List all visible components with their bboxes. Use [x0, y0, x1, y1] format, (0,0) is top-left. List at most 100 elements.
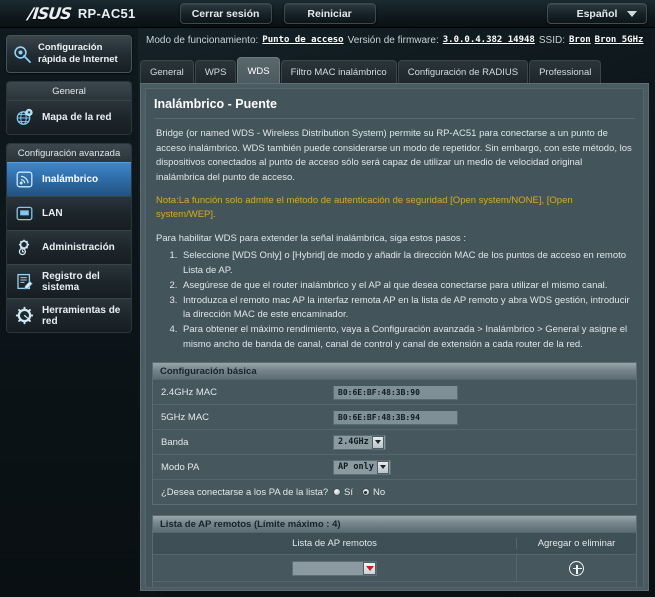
tab-wireless-mac-filter[interactable]: Filtro MAC inalámbrico [280, 60, 397, 84]
sidebar-group-general: General Mapa de la red [6, 81, 132, 135]
sidebar-item-system-log-label: Registro del sistema [42, 270, 100, 293]
sidebar: Configuración rápida de Internet General… [0, 28, 138, 597]
network-tools-icon [15, 306, 34, 325]
steps-lead-text: Para habilitar WDS para extender la seña… [156, 233, 466, 244]
router-admin-page: /ISUS RP-AC51 Cerrar sesión Reiniciar Es… [0, 0, 655, 597]
connect-to-ap-radio-group: Sí No [333, 487, 385, 498]
remote-ap-table-header: Lista de AP remotos Agregar o eliminar [153, 532, 636, 554]
wireless-icon [15, 170, 34, 189]
sidebar-group-advanced: Configuración avanzada Inalámbrico LAN A… [6, 143, 132, 333]
table-row: 2.4GHz MAC B0:6E:BF:48:3B:90 [153, 379, 636, 404]
logout-button[interactable]: Cerrar sesión [179, 3, 272, 24]
chevron-down-icon [371, 435, 384, 449]
tab-professional[interactable]: Professional [529, 60, 602, 84]
asus-wordmark: /ISUS [27, 4, 72, 23]
column-header-add-delete: Agregar o eliminar [516, 538, 636, 549]
remote-ap-select[interactable] [292, 560, 377, 576]
status-info-strip: Modo de funcionamiento: Punto de acceso … [140, 29, 655, 51]
sidebar-item-administration-label: Administración [42, 242, 115, 253]
ap-mode-label: Modo PA [161, 461, 200, 473]
ssid-label: SSID: [538, 34, 565, 46]
content-panel: Inalámbrico - Puente Bridge (or named WD… [140, 83, 649, 591]
band-label: Banda [161, 436, 189, 448]
radio-no-label: No [372, 486, 386, 498]
language-selector[interactable]: Español [547, 3, 647, 24]
chevron-down-icon [627, 10, 637, 17]
band-select-value: 2.4GHz [338, 437, 369, 447]
radio-no[interactable]: No [361, 486, 386, 498]
wds-description: Bridge (or named WDS - Wireless Distribu… [156, 128, 632, 183]
lan-icon [15, 204, 34, 223]
list-item: Para obtener el máximo rendimiento, vaya… [180, 323, 633, 352]
title-divider [154, 118, 635, 119]
band-select[interactable]: 2.4GHz [333, 434, 386, 450]
table-row: 5GHz MAC B0:6E:BF:48:3B:94 [153, 404, 636, 429]
sidebar-item-network-map-label: Mapa de la red [42, 112, 112, 123]
ap-mode-select[interactable]: AP only [333, 459, 391, 475]
sidebar-item-network-tools-label: Herramientas de red [42, 304, 121, 327]
operation-mode-value[interactable]: Punto de acceso [262, 35, 343, 45]
steps-list: Seleccione [WDS Only] o [Hybrid] de modo… [180, 249, 633, 352]
operation-mode-label: Modo de funcionamiento: [146, 34, 259, 46]
reboot-button[interactable]: Reiniciar [283, 3, 376, 24]
basic-config-header: Configuración básica [153, 363, 636, 379]
system-log-icon [15, 272, 34, 291]
tab-wds[interactable]: WDS [237, 57, 280, 84]
empty-table-message: No hay datos en la tabla. [153, 581, 636, 587]
quick-setup-label: Configuración rápida de Internet [38, 42, 118, 65]
sidebar-item-lan[interactable]: LAN [7, 196, 131, 230]
tab-general[interactable]: General [140, 60, 194, 84]
remote-ap-list-section: Lista de AP remotos (Límite máximo : 4) … [152, 515, 637, 587]
mac-5ghz-label: 5GHz MAC [161, 411, 210, 423]
security-note: Nota:La función solo admite el método de… [156, 195, 573, 220]
sidebar-item-lan-label: LAN [42, 208, 63, 219]
asus-logo: /ISUS RP-AC51 [27, 4, 136, 23]
connect-to-ap-list-label: ¿Desea conectarse a los PA de la lista? [161, 486, 329, 498]
table-row [153, 554, 636, 581]
mac-5ghz-field[interactable]: B0:6E:BF:48:3B:94 [333, 409, 458, 425]
language-label: Español [576, 7, 618, 20]
list-item: Introduzca el remoto mac AP la interfaz … [180, 294, 633, 323]
table-row: Modo PA AP only [153, 454, 636, 479]
content-panel-inner: Inalámbrico - Puente Bridge (or named WD… [145, 88, 644, 588]
radio-yes-dot [333, 488, 341, 496]
list-item: Seleccione [WDS Only] o [Hybrid] de modo… [180, 249, 633, 278]
sidebar-group-advanced-header: Configuración avanzada [7, 144, 131, 162]
tab-wps[interactable]: WPS [194, 60, 237, 84]
column-header-ap-list: Lista de AP remotos [292, 538, 377, 549]
sidebar-item-network-tools[interactable]: Herramientas de red [7, 298, 131, 332]
sidebar-item-quick-internet-setup[interactable]: Configuración rápida de Internet [6, 35, 132, 73]
ssid-value-5ghz[interactable]: Bron_5GHz [595, 35, 644, 45]
radio-yes-label: Sí [344, 486, 353, 498]
network-map-icon [15, 108, 34, 127]
wireless-tab-bar: General WPS WDS Filtro MAC inalámbrico C… [140, 56, 602, 84]
tab-radius-setting[interactable]: Configuración de RADIUS [397, 60, 529, 84]
sidebar-item-administration[interactable]: Administración [7, 230, 131, 264]
administration-icon [15, 238, 34, 257]
chevron-down-icon [376, 460, 389, 474]
mac-24ghz-field[interactable]: B0:6E:BF:48:3B:90 [333, 384, 458, 400]
list-item: Asegúrese de que el router inalámbrico y… [180, 279, 633, 294]
page-title: Inalámbrico - Puente [154, 97, 277, 111]
wizard-icon [13, 45, 32, 64]
table-row: Banda 2.4GHz [153, 429, 636, 454]
basic-config-section: Configuración básica 2.4GHz MAC B0:6E:BF… [152, 362, 637, 505]
mac-24ghz-label: 2.4GHz MAC [161, 386, 217, 398]
sidebar-item-system-log[interactable]: Registro del sistema [7, 264, 131, 298]
ap-mode-select-value: AP only [338, 462, 374, 472]
radio-no-dot [361, 488, 370, 496]
remote-ap-list-header: Lista de AP remotos (Límite máximo : 4) [153, 516, 636, 532]
firmware-value[interactable]: 3.0.0.4.382_14948 [443, 35, 535, 45]
ssid-value-24ghz[interactable]: Bron [569, 35, 591, 45]
chevron-down-icon [363, 561, 376, 575]
device-model: RP-AC51 [77, 6, 136, 21]
add-remote-ap-button[interactable] [569, 560, 584, 576]
sidebar-group-general-header: General [7, 82, 131, 100]
sidebar-item-wireless-label: Inalámbrico [42, 174, 99, 185]
sidebar-item-network-map[interactable]: Mapa de la red [7, 100, 131, 134]
radio-yes[interactable]: Sí [333, 487, 353, 498]
top-bar: /ISUS RP-AC51 Cerrar sesión Reiniciar Es… [0, 0, 655, 28]
firmware-label: Versión de firmware: [347, 34, 439, 46]
sidebar-item-wireless[interactable]: Inalámbrico [7, 162, 131, 196]
table-row: ¿Desea conectarse a los PA de la lista? … [153, 479, 636, 504]
